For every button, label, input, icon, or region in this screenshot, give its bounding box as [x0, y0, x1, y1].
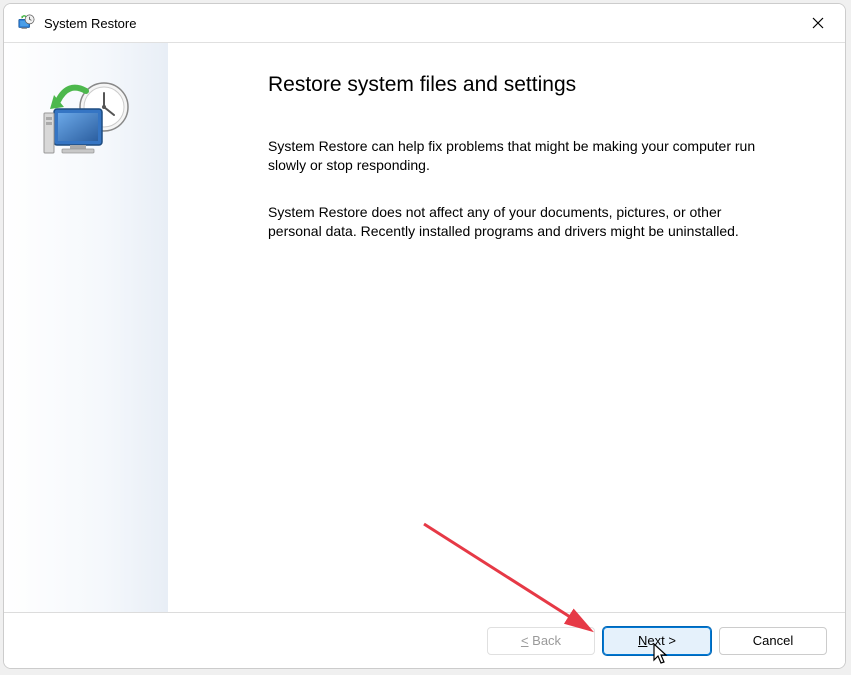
cancel-button[interactable]: Cancel	[719, 627, 827, 655]
wizard-button-bar: < Back Next > Cancel	[4, 612, 845, 668]
window-title: System Restore	[44, 16, 795, 31]
system-restore-window: System Restore	[3, 3, 846, 669]
description-paragraph-1: System Restore can help fix problems tha…	[268, 137, 758, 175]
restore-graphic-icon	[36, 73, 136, 173]
main-content: Restore system files and settings System…	[168, 43, 845, 612]
content-area: Restore system files and settings System…	[4, 42, 845, 612]
page-heading: Restore system files and settings	[268, 73, 805, 97]
back-button: < Back	[487, 627, 595, 655]
close-button[interactable]	[795, 7, 841, 39]
next-button[interactable]: Next >	[603, 627, 711, 655]
system-restore-icon	[16, 13, 36, 33]
titlebar: System Restore	[4, 4, 845, 42]
wizard-sidebar	[4, 43, 168, 612]
description-paragraph-2: System Restore does not affect any of yo…	[268, 203, 758, 241]
